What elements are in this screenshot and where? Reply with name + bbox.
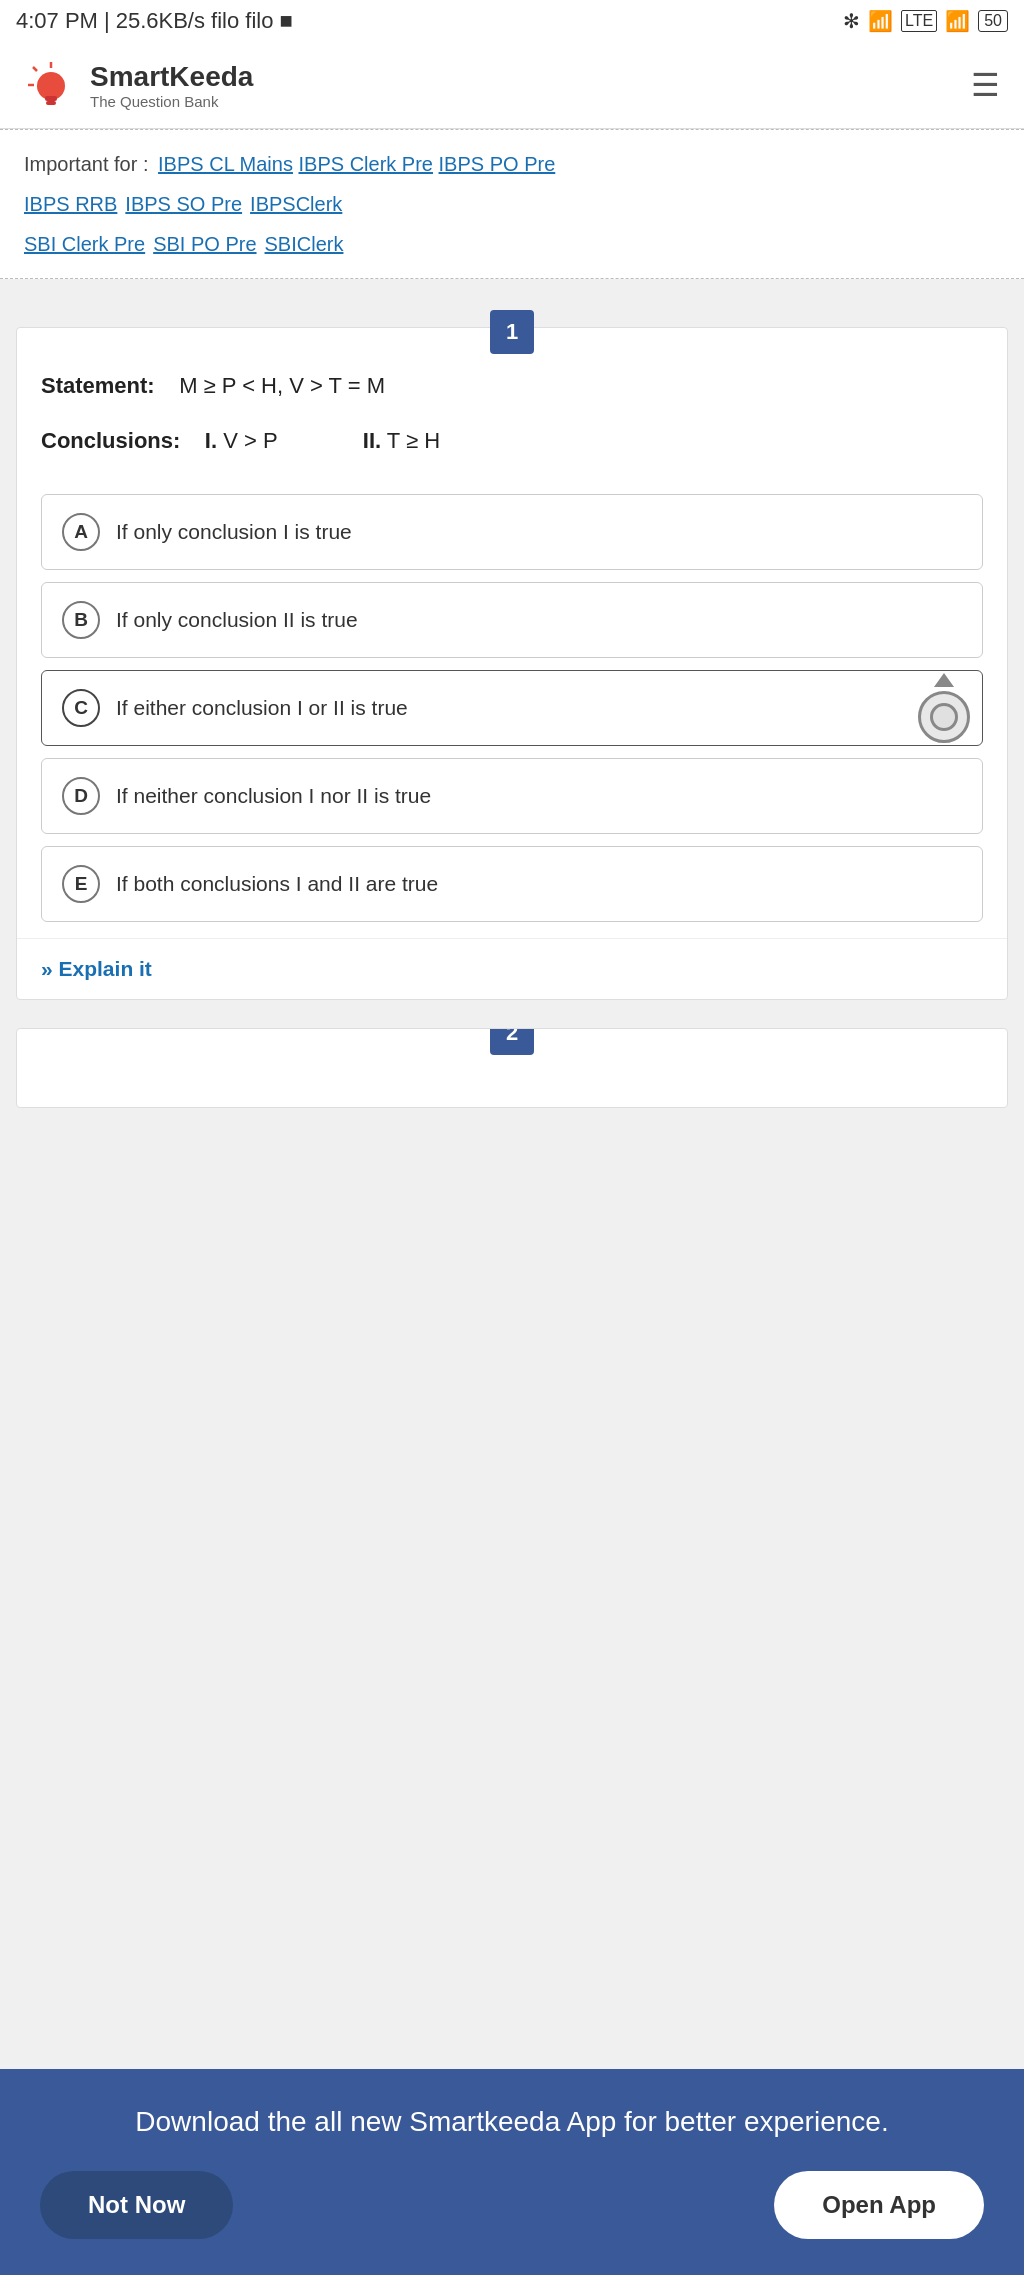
svg-point-3 — [37, 72, 65, 100]
option-d-text: If neither conclusion I nor II is true — [116, 784, 431, 808]
battery-icon: 50 — [978, 10, 1008, 32]
question-2-card: 2 — [16, 1028, 1008, 1108]
option-c-letter: C — [62, 689, 100, 727]
status-network: | — [104, 8, 110, 34]
option-a-text: If only conclusion I is true — [116, 520, 352, 544]
important-for-section: Important for : IBPS CL Mains IBPS Clerk… — [0, 129, 1024, 279]
tag-ibps-cl-mains[interactable]: IBPS CL Mains — [158, 153, 293, 175]
scroll-indicator — [918, 673, 970, 743]
app-banner-text: Download the all new Smartkeeda App for … — [40, 2101, 984, 2143]
question-statement: Statement: M ≥ P < H, V > T = M — [41, 368, 983, 403]
tag-sbi-po-pre[interactable]: SBI PO Pre — [153, 226, 256, 262]
tag-ibps-rrb[interactable]: IBPS RRB — [24, 186, 117, 222]
tag-sbiclerk[interactable]: SBIClerk — [265, 226, 344, 262]
question-2-number: 2 — [490, 1028, 534, 1055]
option-b-text: If only conclusion II is true — [116, 608, 358, 632]
option-a[interactable]: A If only conclusion I is true — [41, 494, 983, 570]
main-content: 1 Statement: M ≥ P < H, V > T = M Conclu… — [0, 279, 1024, 1128]
scroll-circle-outer — [918, 691, 970, 743]
statement-label: Statement: — [41, 373, 155, 398]
tag-ibps-clerk-pre[interactable]: IBPS Clerk Pre — [299, 153, 433, 175]
option-c-text: If either conclusion I or II is true — [116, 696, 408, 720]
option-b[interactable]: B If only conclusion II is true — [41, 582, 983, 658]
lte-icon: LTE — [901, 10, 937, 32]
option-d[interactable]: D If neither conclusion I nor II is true — [41, 758, 983, 834]
tag-ibps-po-pre[interactable]: IBPS PO Pre — [439, 153, 556, 175]
svg-line-1 — [33, 67, 37, 71]
conclusion-ii-label: II. — [363, 428, 381, 453]
question-1-number: 1 — [490, 310, 534, 354]
conclusion-i-text: V > P — [223, 428, 277, 453]
statement-text: M ≥ P < H, V > T = M — [179, 373, 385, 398]
svg-rect-4 — [45, 96, 57, 101]
options-list: A If only conclusion I is true B If only… — [17, 494, 1007, 938]
option-b-letter: B — [62, 601, 100, 639]
logo-icon — [24, 58, 78, 112]
navbar: SmartKeeda The Question Bank ☰ — [0, 42, 1024, 129]
hamburger-menu[interactable]: ☰ — [971, 69, 1000, 101]
option-c[interactable]: C If either conclusion I or II is true — [41, 670, 983, 746]
open-app-button[interactable]: Open App — [774, 2171, 984, 2239]
brand-name: SmartKeeda — [90, 61, 253, 93]
svg-rect-5 — [46, 101, 56, 105]
conclusion-i-label: I. — [205, 428, 217, 453]
conclusions-label: Conclusions: — [41, 428, 180, 453]
logo-area: SmartKeeda The Question Bank — [24, 58, 253, 112]
status-square: ■ — [279, 8, 292, 34]
option-e[interactable]: E If both conclusions I and II are true — [41, 846, 983, 922]
status-left: 4:07 PM | 25.6KB/s filo filo ■ — [16, 8, 293, 34]
question-1-card: 1 Statement: M ≥ P < H, V > T = M Conclu… — [16, 327, 1008, 1000]
tag-sbi-clerk-pre[interactable]: SBI Clerk Pre — [24, 226, 145, 262]
explain-it-section[interactable]: » Explain it — [17, 938, 1007, 999]
logo-text: SmartKeeda The Question Bank — [90, 61, 253, 110]
app-banner-buttons: Not Now Open App — [40, 2171, 984, 2239]
app-download-banner: Download the all new Smartkeeda App for … — [0, 2069, 1024, 2275]
option-d-letter: D — [62, 777, 100, 815]
signal-icon-2: 📶 — [945, 9, 970, 33]
status-bar: 4:07 PM | 25.6KB/s filo filo ■ ✻ 📶 LTE 📶… — [0, 0, 1024, 42]
option-e-text: If both conclusions I and II are true — [116, 872, 438, 896]
tag-ibpsclerk[interactable]: IBPSClerk — [250, 186, 342, 222]
scroll-circle-inner — [930, 703, 958, 731]
important-for-label: Important for : — [24, 153, 149, 175]
brand-tagline: The Question Bank — [90, 93, 253, 110]
tag-ibps-so-pre[interactable]: IBPS SO Pre — [125, 186, 242, 222]
option-e-letter: E — [62, 865, 100, 903]
status-network-speed: 25.6KB/s filo filo — [116, 8, 274, 34]
option-a-letter: A — [62, 513, 100, 551]
status-right: ✻ 📶 LTE 📶 50 — [843, 9, 1008, 33]
conclusion-ii-text: T ≥ H — [387, 428, 440, 453]
question-conclusions: Conclusions: I. V > P II. T ≥ H — [41, 423, 983, 458]
explain-it-text: » Explain it — [41, 957, 152, 980]
signal-icon: 📶 — [868, 9, 893, 33]
bluetooth-icon: ✻ — [843, 9, 860, 33]
status-time: 4:07 PM — [16, 8, 98, 34]
not-now-button[interactable]: Not Now — [40, 2171, 233, 2239]
scroll-arrow-up-icon — [934, 673, 954, 687]
